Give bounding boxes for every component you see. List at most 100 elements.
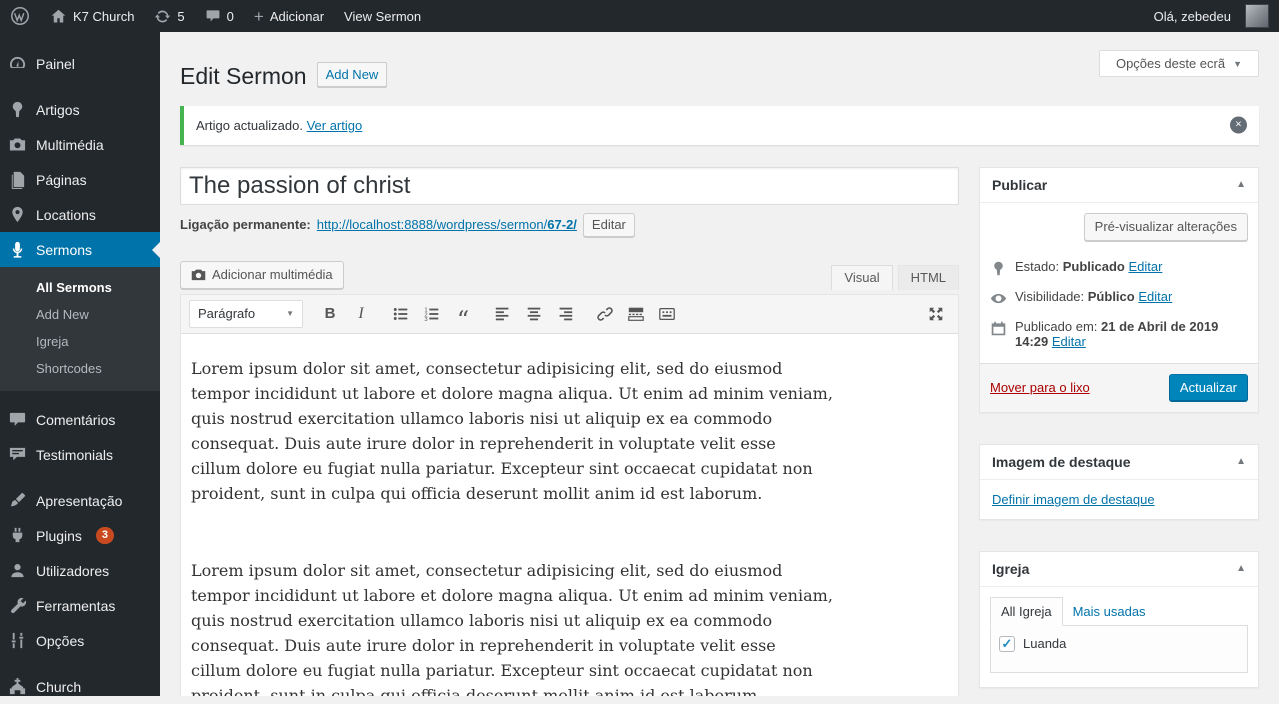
content-paragraph: Lorem ipsum dolor sit amet, consectetur … <box>191 356 948 506</box>
menu-separator <box>0 658 160 669</box>
align-center-button[interactable] <box>520 301 548 327</box>
checked-checkbox[interactable]: ✓ <box>999 636 1015 652</box>
move-to-trash-link[interactable]: Mover para o lixo <box>990 380 1090 395</box>
italic-button[interactable]: I <box>347 301 375 327</box>
updates-icon <box>154 8 171 25</box>
submenu-item-all-sermons[interactable]: All Sermons <box>0 274 160 301</box>
link-button[interactable] <box>591 301 619 327</box>
preview-changes-button[interactable]: Pré-visualizar alterações <box>1084 213 1248 241</box>
read-more-button[interactable] <box>622 301 650 327</box>
post-content-editor[interactable]: Lorem ipsum dolor sit amet, consectetur … <box>181 334 958 696</box>
sidebar-item-comments[interactable]: Comentários <box>0 402 160 437</box>
permalink-slug: 67-2/ <box>547 217 577 232</box>
sidebar-item-plugins[interactable]: Plugins 3 <box>0 518 160 553</box>
align-left-button[interactable] <box>489 301 517 327</box>
editor-mode-tabs: Visual HTML <box>826 264 959 289</box>
toolbar-toggle-button[interactable] <box>653 301 681 327</box>
pages-icon <box>8 170 27 189</box>
add-media-button[interactable]: Adicionar multimédia <box>180 261 344 289</box>
add-new-button[interactable]: Add New <box>317 62 388 87</box>
view-sermon-menu-item[interactable]: View Sermon <box>334 0 431 32</box>
post-title-input[interactable] <box>180 167 959 205</box>
collapse-panel-icon[interactable]: ▲ <box>1236 179 1246 190</box>
update-button[interactable]: Actualizar <box>1169 374 1248 402</box>
new-content-menu-item[interactable]: + Adicionar <box>244 0 334 32</box>
tab-visual[interactable]: Visual <box>831 265 892 290</box>
edit-permalink-button[interactable]: Editar <box>583 213 635 237</box>
publish-panel-header[interactable]: Publicar ▲ <box>980 168 1258 203</box>
menu-separator <box>0 391 160 402</box>
sidebar-item-sermons[interactable]: Sermons <box>0 232 160 267</box>
term-row-luanda[interactable]: ✓ Luanda <box>999 636 1239 652</box>
permalink-link[interactable]: http://localhost:8888/wordpress/sermon/6… <box>317 217 577 232</box>
bullet-list-button[interactable] <box>387 301 415 327</box>
sidebar-item-appearance[interactable]: Apresentação <box>0 483 160 518</box>
tab-most-used[interactable]: Mais usadas <box>1063 598 1156 625</box>
screen-options-button[interactable]: Opções deste ecrã ▼ <box>1099 50 1259 77</box>
tab-all-igreja[interactable]: All Igreja <box>990 597 1063 626</box>
sidebar-item-label: Páginas <box>36 172 87 188</box>
sidebar-item-dashboard[interactable]: Painel <box>0 46 160 81</box>
igreja-panel-title: Igreja <box>992 561 1029 577</box>
sidebar-item-tools[interactable]: Ferramentas <box>0 588 160 623</box>
updates-menu-item[interactable]: 5 <box>144 0 194 32</box>
sidebar-item-media[interactable]: Multimédia <box>0 127 160 162</box>
user-avatar <box>1245 4 1269 28</box>
site-name-menu-item[interactable]: K7 Church <box>40 0 144 32</box>
admin-menu-sidebar: Painel Artigos Multimédia Páginas Locati… <box>0 32 160 696</box>
sidebar-item-testimonials[interactable]: Testimonials <box>0 437 160 472</box>
sermons-submenu: All Sermons Add New Igreja Shortcodes <box>0 267 160 391</box>
sidebar-item-posts[interactable]: Artigos <box>0 92 160 127</box>
settings-sliders-icon <box>8 631 27 650</box>
publish-panel: Publicar ▲ Pré-visualizar alterações Est… <box>979 167 1259 413</box>
wordpress-logo-button[interactable] <box>0 0 40 32</box>
sidebar-item-label: Comentários <box>36 412 115 428</box>
fullscreen-button[interactable] <box>922 301 950 327</box>
submenu-item-shortcodes[interactable]: Shortcodes <box>0 355 160 382</box>
bold-button[interactable]: B <box>316 301 344 327</box>
sidebar-item-church[interactable]: Church <box>0 669 160 704</box>
tab-html[interactable]: HTML <box>898 265 959 290</box>
featured-image-panel-header[interactable]: Imagem de destaque ▲ <box>980 445 1258 480</box>
wordpress-logo-icon <box>10 6 30 26</box>
edit-visibility-link[interactable]: Editar <box>1138 289 1172 304</box>
account-greeting: Olá, zebedeu <box>1154 9 1231 24</box>
plus-icon: + <box>254 8 264 25</box>
paragraph-format-select[interactable]: Parágrafo ▼ <box>189 300 303 328</box>
igreja-panel-header[interactable]: Igreja ▲ <box>980 552 1258 587</box>
status-label: Estado: <box>1015 259 1059 274</box>
edit-status-link[interactable]: Editar <box>1128 259 1162 274</box>
sidebar-item-label: Ferramentas <box>36 598 115 614</box>
submenu-item-igreja[interactable]: Igreja <box>0 328 160 355</box>
submenu-item-add-new[interactable]: Add New <box>0 301 160 328</box>
dismiss-notice-icon[interactable]: × <box>1230 117 1247 134</box>
content-paragraph: Lorem ipsum dolor sit amet, consectetur … <box>191 558 948 696</box>
sidebar-item-users[interactable]: Utilizadores <box>0 553 160 588</box>
featured-image-panel-title: Imagem de destaque <box>992 454 1131 470</box>
sidebar-item-label: Painel <box>36 56 75 72</box>
visibility-value: Público <box>1088 289 1135 304</box>
collapse-panel-icon[interactable]: ▲ <box>1236 563 1246 574</box>
account-menu-item[interactable]: Olá, zebedeu <box>1144 4 1279 28</box>
post-status-pin-icon <box>990 260 1007 277</box>
set-featured-image-link[interactable]: Definir imagem de destaque <box>992 492 1155 507</box>
menu-separator <box>0 472 160 483</box>
sidebar-item-locations[interactable]: Locations <box>0 197 160 232</box>
permalink-label: Ligação permanente: <box>180 217 311 232</box>
sidebar-item-label: Locations <box>36 207 96 223</box>
add-media-label: Adicionar multimédia <box>212 267 333 282</box>
comments-menu-item[interactable]: 0 <box>195 0 244 32</box>
microphone-icon <box>8 240 27 259</box>
sidebar-item-settings[interactable]: Opções <box>0 623 160 658</box>
view-post-link[interactable]: Ver artigo <box>307 118 363 133</box>
chevron-down-icon: ▼ <box>1233 59 1242 69</box>
blockquote-button[interactable]: “ <box>449 301 477 327</box>
igreja-tabs: All Igreja Mais usadas <box>980 587 1258 625</box>
collapse-panel-icon[interactable]: ▲ <box>1236 456 1246 467</box>
church-icon <box>8 677 27 696</box>
sidebar-item-pages[interactable]: Páginas <box>0 162 160 197</box>
wrench-icon <box>8 596 27 615</box>
edit-date-link[interactable]: Editar <box>1052 334 1086 349</box>
numbered-list-button[interactable]: 123 <box>418 301 446 327</box>
align-right-button[interactable] <box>551 301 579 327</box>
